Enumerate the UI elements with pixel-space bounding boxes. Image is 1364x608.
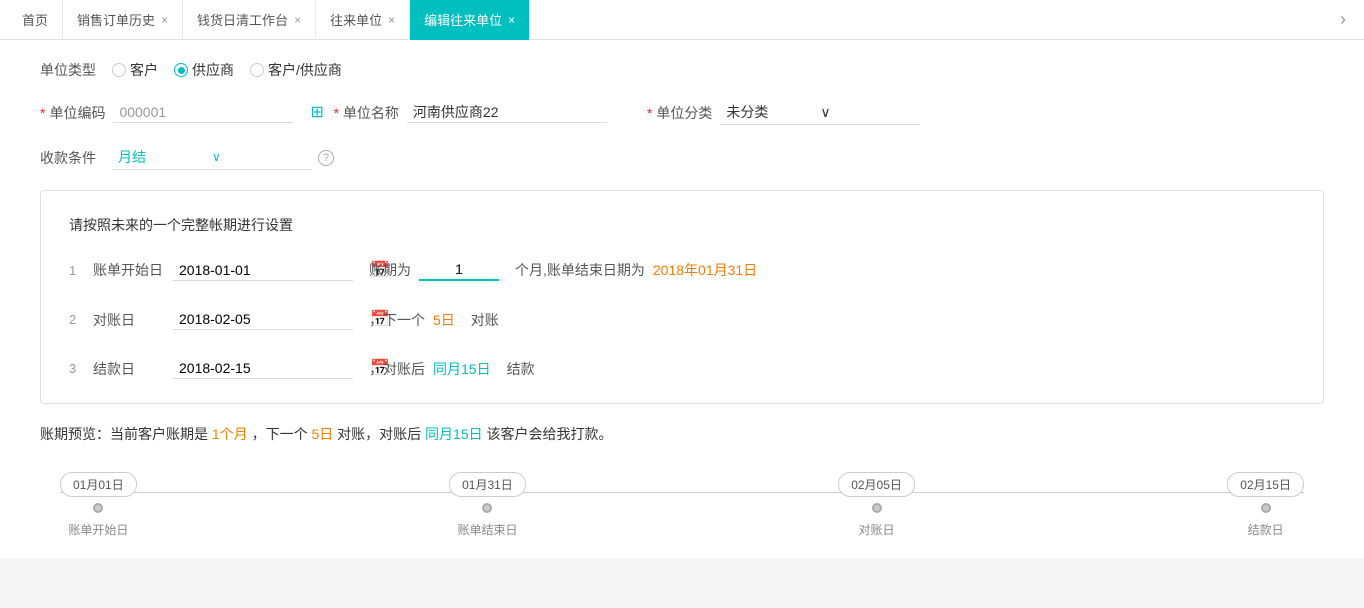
preview-label: 账期预览：当前客户账期是	[40, 426, 208, 442]
payment-suffix: 结款	[507, 359, 535, 379]
unit-code-label: 单位编码	[49, 103, 105, 123]
end-date-highlight: 2018年01月31日	[653, 260, 757, 280]
timeline-dot-4	[1261, 503, 1271, 513]
timeline-bubble-3: 02月05日	[838, 472, 915, 497]
timeline-label-4: 结款日	[1248, 521, 1284, 538]
radio-circle-both	[250, 63, 264, 77]
main-content: 单位类型 客户 供应商 客户/供应商 * 单位编码 ⊞	[0, 40, 1364, 558]
tab-close-partner-unit[interactable]: ×	[388, 13, 395, 27]
payment-date-label: 结款日	[93, 359, 173, 379]
timeline-point-4: 02月15日 结款日	[1227, 472, 1304, 538]
radio-circle-supplier	[174, 63, 188, 77]
payment-date-input[interactable]	[173, 358, 366, 378]
reconcile-date-value: 📅 ，下一个 5日 对账	[173, 309, 499, 330]
unit-classify-dropdown[interactable]: 未分类 ∨	[720, 100, 920, 125]
payment-terms-help-icon[interactable]: ?	[318, 150, 334, 166]
unit-name-group: * 单位名称	[333, 102, 606, 123]
start-date-input-wrapper: 📅	[173, 260, 353, 281]
timeline-label-1: 账单开始日	[68, 521, 128, 538]
reconcile-date-label: 对账日	[93, 310, 173, 330]
payment-date-value: 📅 ，对账后 同月15日 结款	[173, 358, 535, 379]
start-date-suffix-after: 个月,账单结束日期为	[515, 260, 645, 280]
start-date-suffix-before: 账期为	[369, 260, 411, 280]
payment-date-input-wrapper: 📅	[173, 358, 353, 379]
preview-part3: 对账，对账后	[337, 426, 421, 442]
preview-part4: 该客户会给我打款。	[487, 426, 613, 442]
row-num-3: 3	[69, 361, 93, 376]
start-date-label: 账单开始日	[93, 260, 173, 280]
payment-day-highlight: 同月15日	[433, 359, 491, 379]
reconcile-suffix: 对账	[471, 310, 499, 330]
period-value-input[interactable]	[419, 259, 499, 281]
tab-close-cash-work[interactable]: ×	[294, 13, 301, 27]
timeline-dot-3	[872, 503, 882, 513]
preview-section: 账期预览：当前客户账期是 1个月 ，下一个 5日 对账，对账后 同月15日 该客…	[40, 424, 1324, 444]
reconcile-day-highlight: 5日	[433, 310, 455, 330]
period-settings-box: 请按照未来的一个完整帐期进行设置 1 账单开始日 📅 账期为 个月,账单结束日期…	[40, 190, 1324, 404]
unit-classify-label: 单位分类	[656, 103, 712, 123]
timeline-label-2: 账单结束日	[457, 521, 517, 538]
unit-type-radio-group: 客户 供应商 客户/供应商	[112, 60, 342, 80]
section-title: 请按照未来的一个完整帐期进行设置	[69, 215, 1295, 235]
unit-name-label: 单位名称	[343, 103, 399, 123]
timeline-dot-2	[482, 503, 492, 513]
tab-cash-work[interactable]: 钱货日清工作台 ×	[183, 0, 316, 40]
unit-type-row: 单位类型 客户 供应商 客户/供应商	[40, 60, 1324, 80]
payment-terms-dropdown[interactable]: 月结 ∨	[112, 145, 312, 170]
unit-info-row: * 单位编码 ⊞ * 单位名称 * 单位分类 未分类 ∨	[40, 100, 1324, 125]
timeline-bubble-1: 01月01日	[60, 472, 137, 497]
payment-terms-row: 收款条件 月结 ∨ ?	[40, 145, 1324, 170]
unit-classify-group: * 单位分类 未分类 ∨	[647, 100, 920, 125]
payment-terms-arrow: ∨	[212, 150, 306, 164]
tab-close-sales-history[interactable]: ×	[161, 13, 168, 27]
unit-code-input-wrapper: ⊞	[113, 102, 293, 123]
timeline-label-3: 对账日	[859, 521, 895, 538]
timeline-point-1: 01月01日 账单开始日	[60, 472, 137, 538]
timeline-point-3: 02月05日 对账日	[838, 472, 915, 538]
start-date-value: 📅 账期为 个月,账单结束日期为 2018年01月31日	[173, 259, 757, 281]
tab-edit-partner[interactable]: 编辑往来单位 ×	[410, 0, 530, 40]
classify-required-star: *	[647, 105, 652, 121]
tab-more-button[interactable]: ›	[1330, 9, 1356, 30]
payment-prefix: ，对账后	[369, 359, 425, 379]
preview-payment-highlight: 同月15日	[425, 426, 483, 442]
tab-partner-unit[interactable]: 往来单位 ×	[316, 0, 410, 40]
start-date-input[interactable]	[173, 260, 366, 280]
row-num-2: 2	[69, 312, 93, 327]
reconcile-date-input[interactable]	[173, 309, 366, 329]
timeline-point-2: 01月31日 账单结束日	[449, 472, 526, 538]
radio-supplier[interactable]: 供应商	[174, 60, 234, 80]
row-num-1: 1	[69, 263, 93, 278]
reconcile-date-row: 2 对账日 📅 ，下一个 5日 对账	[69, 309, 1295, 330]
reconcile-date-input-wrapper: 📅	[173, 309, 353, 330]
radio-customer[interactable]: 客户	[112, 60, 158, 80]
timeline-bubble-2: 01月31日	[449, 472, 526, 497]
tab-close-edit-partner[interactable]: ×	[508, 13, 515, 27]
reconcile-prefix: ，下一个	[369, 310, 425, 330]
preview-day-highlight: 5日	[311, 426, 333, 442]
tab-sales-history[interactable]: 销售订单历史 ×	[63, 0, 183, 40]
unit-type-label: 单位类型	[40, 60, 96, 80]
name-required-star: *	[333, 105, 338, 121]
code-required-star: *	[40, 105, 45, 121]
payment-terms-label: 收款条件	[40, 148, 96, 168]
unit-code-input[interactable]	[113, 102, 306, 122]
timeline-bubble-4: 02月15日	[1227, 472, 1304, 497]
unit-code-group: * 单位编码 ⊞	[40, 102, 293, 123]
preview-period-highlight: 1个月	[212, 426, 248, 442]
tab-home[interactable]: 首页	[8, 0, 63, 40]
classify-dropdown-icon: ∨	[820, 104, 914, 121]
payment-date-row: 3 结款日 📅 ，对账后 同月15日 结款	[69, 358, 1295, 379]
radio-both[interactable]: 客户/供应商	[250, 60, 342, 80]
radio-circle-customer	[112, 63, 126, 77]
preview-part2: ，下一个	[252, 426, 308, 442]
timeline-dot-1	[93, 503, 103, 513]
timeline-section: 01月01日 账单开始日 01月31日 账单结束日 02月05日 对账日 02月…	[40, 472, 1324, 538]
timeline-points: 01月01日 账单开始日 01月31日 账单结束日 02月05日 对账日 02月…	[60, 472, 1304, 538]
unit-name-input[interactable]	[407, 102, 607, 123]
unit-code-browse-icon[interactable]: ⊞	[306, 102, 327, 122]
start-date-row: 1 账单开始日 📅 账期为 个月,账单结束日期为 2018年01月31日	[69, 259, 1295, 281]
tab-bar: 首页 销售订单历史 × 钱货日清工作台 × 往来单位 × 编辑往来单位 × ›	[0, 0, 1364, 40]
